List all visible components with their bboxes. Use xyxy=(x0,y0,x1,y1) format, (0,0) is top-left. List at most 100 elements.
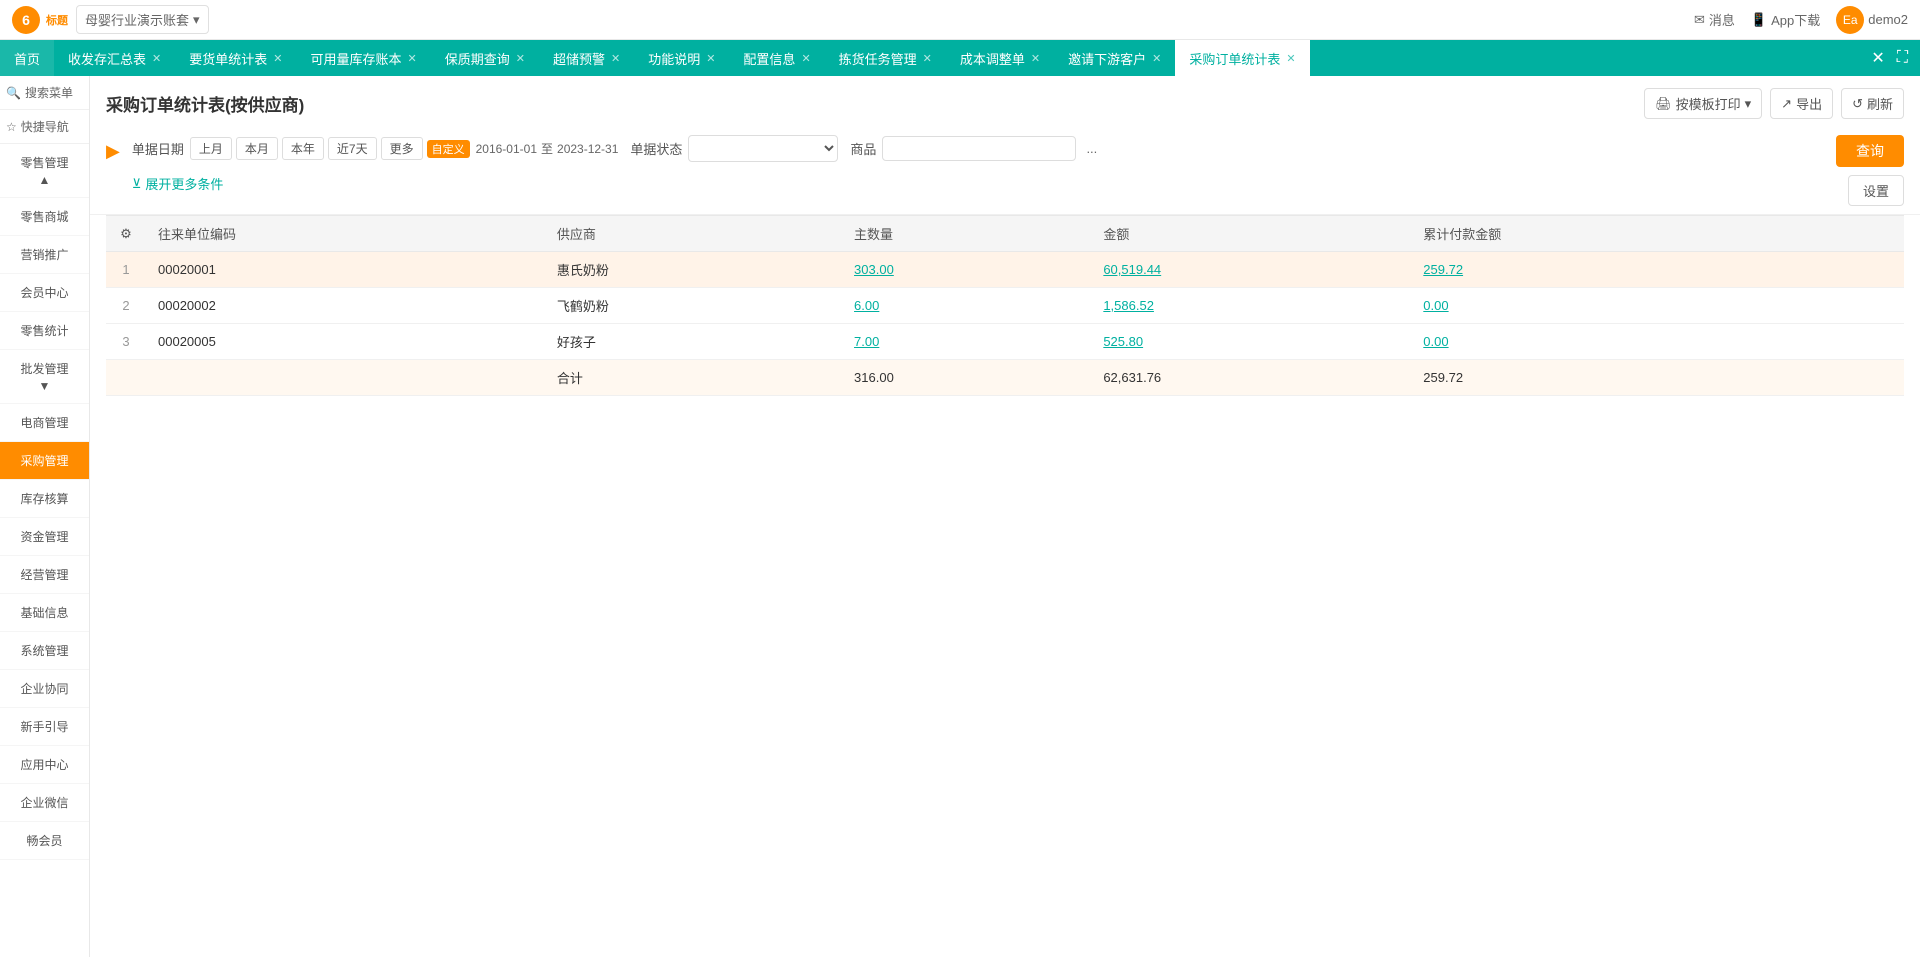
expand-down-icon: ⊻ xyxy=(132,176,142,192)
amount-link[interactable]: 1,586.52 xyxy=(1103,298,1154,313)
filter-toggle-icon[interactable]: ▶ xyxy=(106,141,120,161)
date-btn-more[interactable]: 更多 xyxy=(381,137,423,160)
sidebar-item-operations[interactable]: 经营管理 xyxy=(0,556,89,594)
amount-link[interactable]: 60,519.44 xyxy=(1103,262,1161,277)
sidebar-item-marketing[interactable]: 营销推广 xyxy=(0,236,89,274)
sidebar-wechat-label: 企业微信 xyxy=(20,794,68,811)
goods-input[interactable] xyxy=(882,136,1076,161)
tab-yaoqing[interactable]: 邀请下游客户 ✕ xyxy=(1054,40,1175,76)
nav-expand-button[interactable]: ⛶ xyxy=(1893,45,1912,71)
tab-keyongliang[interactable]: 可用量库存账本 ✕ xyxy=(296,40,430,76)
gear-icon[interactable]: ⚙ xyxy=(120,226,132,241)
tab-baozhiqi-close[interactable]: ✕ xyxy=(516,52,525,65)
app-download-label: App下载 xyxy=(1771,10,1820,29)
row-amount: 60,519.44 xyxy=(1091,252,1411,288)
date-label: 单据日期 xyxy=(132,139,184,158)
message-icon: ✉ xyxy=(1694,12,1705,28)
search-icon: 🔍 xyxy=(6,86,21,100)
sidebar-quick-nav[interactable]: ☆ 快捷导航 xyxy=(0,110,89,144)
message-button[interactable]: ✉ 消息 xyxy=(1694,10,1735,29)
row-extra xyxy=(1810,252,1904,288)
date-btn-7days[interactable]: 近7天 xyxy=(328,137,377,160)
query-actions: 查询 设置 xyxy=(1836,135,1904,206)
top-bar-left: 6 标题 母婴行业演示账套 ▾ xyxy=(12,5,209,34)
query-button[interactable]: 查询 xyxy=(1836,135,1904,167)
sidebar-item-member[interactable]: 会员中心 xyxy=(0,274,89,312)
row-amount: 525.80 xyxy=(1091,324,1411,360)
footer-row: 合计 316.00 62,631.76 259.72 xyxy=(106,360,1904,396)
sidebar-item-retail-mgmt[interactable]: 零售管理 ▲ xyxy=(0,144,89,198)
tab-jianhuo[interactable]: 拣货任务管理 ✕ xyxy=(825,40,946,76)
tab-shoufacun-close[interactable]: ✕ xyxy=(152,52,161,65)
tab-keyongliang-close[interactable]: ✕ xyxy=(408,52,417,65)
settings-button[interactable]: 设置 xyxy=(1848,175,1904,206)
star-icon: ☆ xyxy=(6,120,17,134)
sidebar-item-inventory[interactable]: 库存核算 xyxy=(0,480,89,518)
quantity-link[interactable]: 6.00 xyxy=(854,298,879,313)
export-button[interactable]: ↗ 导出 xyxy=(1770,88,1833,119)
sidebar-item-member2[interactable]: 畅会员 xyxy=(0,822,89,860)
sidebar-item-retail-mall[interactable]: 零售商城 xyxy=(0,198,89,236)
tab-chaochuyujing[interactable]: 超储预警 ✕ xyxy=(539,40,634,76)
sidebar-item-purchase[interactable]: 采购管理 xyxy=(0,442,89,480)
sidebar-search-label: 搜索菜单 xyxy=(25,84,73,101)
amount-link[interactable]: 525.80 xyxy=(1103,334,1143,349)
chevron-down-icon: ▾ xyxy=(193,12,200,28)
sidebar-system-label: 系统管理 xyxy=(20,642,68,659)
tab-gongneng-close[interactable]: ✕ xyxy=(706,52,715,65)
sidebar-item-finance[interactable]: 资金管理 xyxy=(0,518,89,556)
sidebar-item-wechat[interactable]: 企业微信 xyxy=(0,784,89,822)
tab-chengben-close[interactable]: ✕ xyxy=(1031,52,1040,65)
tab-baozhiqi[interactable]: 保质期查询 ✕ xyxy=(431,40,539,76)
table-header-row: ⚙ 往来单位编码 供应商 主数量 金额 累计付款金额 xyxy=(106,216,1904,252)
paid-link[interactable]: 259.72 xyxy=(1423,262,1463,277)
sidebar-item-basic-info[interactable]: 基础信息 xyxy=(0,594,89,632)
tab-yaohuo[interactable]: 要货单统计表 ✕ xyxy=(175,40,296,76)
refresh-button[interactable]: ↺ 刷新 xyxy=(1841,88,1904,119)
row-code: 00020005 xyxy=(146,324,545,360)
tab-caigou[interactable]: 采购订单统计表 ✕ xyxy=(1175,40,1309,76)
tab-home[interactable]: 首页 xyxy=(0,40,54,76)
nav-close-button[interactable]: ✕ xyxy=(1867,44,1888,72)
sidebar-item-retail-stats[interactable]: 零售统计 xyxy=(0,312,89,350)
workspace-selector[interactable]: 母婴行业演示账套 ▾ xyxy=(76,5,209,34)
expand-button[interactable]: ⊻ 展开更多条件 xyxy=(132,174,1824,193)
tab-caigou-close[interactable]: ✕ xyxy=(1286,52,1295,65)
paid-link[interactable]: 0.00 xyxy=(1423,298,1448,313)
quantity-link[interactable]: 303.00 xyxy=(854,262,894,277)
sidebar-member2-label: 畅会员 xyxy=(26,832,62,849)
user-area[interactable]: Ea demo2 xyxy=(1836,6,1908,34)
sidebar-item-collaboration[interactable]: 企业协同 xyxy=(0,670,89,708)
nav-tabs: 首页 收发存汇总表 ✕ 要货单统计表 ✕ 可用量库存账本 ✕ 保质期查询 ✕ 超… xyxy=(0,40,1920,76)
sidebar-item-wholesale[interactable]: 批发管理 ▼ xyxy=(0,350,89,404)
tab-chengben[interactable]: 成本调整单 ✕ xyxy=(946,40,1054,76)
quantity-link[interactable]: 7.00 xyxy=(854,334,879,349)
tab-jianhuo-close[interactable]: ✕ xyxy=(923,52,932,65)
tab-peizhi-close[interactable]: ✕ xyxy=(801,52,810,65)
tab-peizhi-label: 配置信息 xyxy=(743,49,795,68)
tab-yaoqing-close[interactable]: ✕ xyxy=(1152,52,1161,65)
app-download-button[interactable]: 📱 App下载 xyxy=(1751,10,1820,29)
row-supplier: 飞鹤奶粉 xyxy=(545,288,842,324)
date-btn-this-month[interactable]: 本月 xyxy=(236,137,278,160)
date-btn-last-month[interactable]: 上月 xyxy=(190,137,232,160)
sidebar-item-ecommerce[interactable]: 电商管理 xyxy=(0,404,89,442)
print-button[interactable]: 🖨 按模板打印 ▾ xyxy=(1644,88,1762,119)
more-icon[interactable]: ... xyxy=(1086,141,1097,156)
tab-shoufacun[interactable]: 收发存汇总表 ✕ xyxy=(54,40,175,76)
sidebar-quick-label: 快捷导航 xyxy=(21,118,69,135)
status-select[interactable] xyxy=(688,135,838,162)
tab-yaohuo-label: 要货单统计表 xyxy=(189,49,267,68)
sidebar-item-app-center[interactable]: 应用中心 xyxy=(0,746,89,784)
sidebar-item-system[interactable]: 系统管理 xyxy=(0,632,89,670)
tab-chaochuyujing-close[interactable]: ✕ xyxy=(611,52,620,65)
row-quantity: 6.00 xyxy=(842,288,1091,324)
paid-link[interactable]: 0.00 xyxy=(1423,334,1448,349)
tab-peizhi[interactable]: 配置信息 ✕ xyxy=(729,40,824,76)
sidebar: 🔍 搜索菜单 ☆ 快捷导航 零售管理 ▲ 零售商城 营销推广 会员中心 零售统计… xyxy=(0,76,90,957)
tab-yaohuo-close[interactable]: ✕ xyxy=(273,52,282,65)
tab-gongneng[interactable]: 功能说明 ✕ xyxy=(634,40,729,76)
sidebar-search[interactable]: 🔍 搜索菜单 xyxy=(0,76,89,110)
sidebar-item-newbie[interactable]: 新手引导 xyxy=(0,708,89,746)
date-btn-this-year[interactable]: 本年 xyxy=(282,137,324,160)
